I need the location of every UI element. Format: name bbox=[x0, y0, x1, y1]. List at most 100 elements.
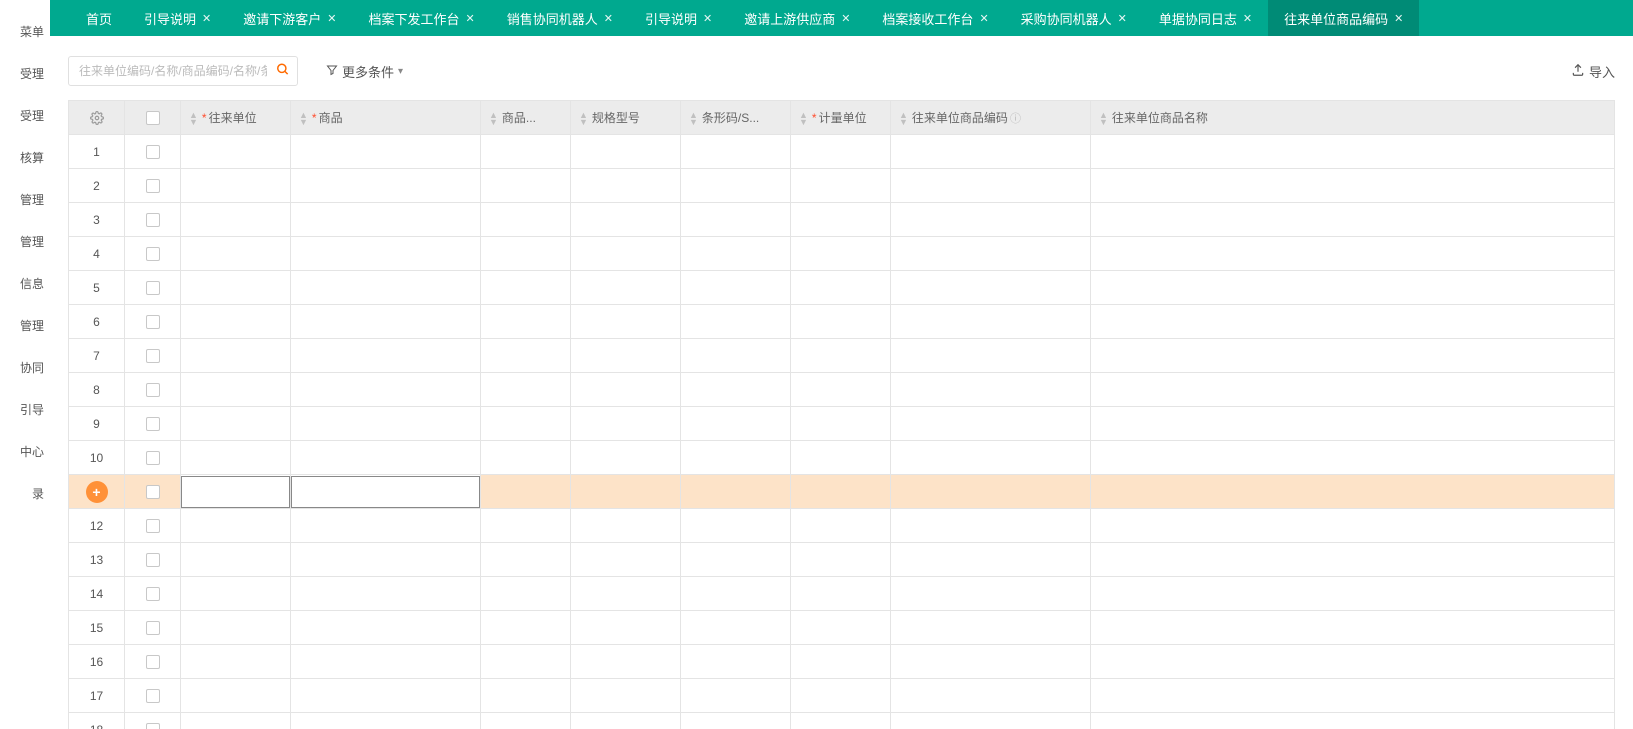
row-checkbox[interactable] bbox=[146, 485, 160, 499]
cell-spec bbox=[571, 203, 681, 237]
tab[interactable]: 引导说明✕ bbox=[629, 0, 728, 36]
row-number-cell: 9 bbox=[69, 407, 125, 441]
tab[interactable]: 销售协同机器人✕ bbox=[491, 0, 629, 36]
cell-uom bbox=[791, 373, 891, 407]
row-checkbox[interactable] bbox=[146, 315, 160, 329]
sidebar-item[interactable]: 管理 bbox=[0, 220, 50, 262]
column-header-uom[interactable]: ▲▼*计量单位 bbox=[791, 101, 891, 135]
sidebar-item[interactable]: 菜单 bbox=[0, 10, 50, 52]
sidebar-item[interactable]: 受理 bbox=[0, 52, 50, 94]
cell-unitcode bbox=[891, 475, 1091, 509]
sidebar-item[interactable]: 管理 bbox=[0, 178, 50, 220]
row-checkbox[interactable] bbox=[146, 621, 160, 635]
sidebar-item[interactable]: 引导 bbox=[0, 388, 50, 430]
tab[interactable]: 采购协同机器人✕ bbox=[1005, 0, 1143, 36]
cell-uom bbox=[791, 237, 891, 271]
sort-icon: ▲▼ bbox=[1099, 112, 1108, 126]
column-header-spec[interactable]: ▲▼规格型号 bbox=[571, 101, 681, 135]
sidebar-item[interactable]: 管理 bbox=[0, 304, 50, 346]
close-icon[interactable]: ✕ bbox=[1394, 12, 1403, 25]
tab[interactable]: 邀请上游供应商✕ bbox=[728, 0, 866, 36]
cell-unit bbox=[181, 543, 291, 577]
column-header-prod2[interactable]: ▲▼商品... bbox=[481, 101, 571, 135]
select-all-checkbox[interactable] bbox=[146, 111, 160, 125]
cell-uom bbox=[791, 169, 891, 203]
column-header-barcode[interactable]: ▲▼条形码/S... bbox=[681, 101, 791, 135]
close-icon[interactable]: ✕ bbox=[466, 12, 475, 25]
row-checkbox[interactable] bbox=[146, 247, 160, 261]
sidebar-item[interactable]: 录 bbox=[0, 472, 50, 514]
row-checkbox[interactable] bbox=[146, 689, 160, 703]
cell-product bbox=[291, 611, 481, 645]
tab[interactable]: 首页 bbox=[70, 0, 128, 36]
close-icon[interactable]: ✕ bbox=[604, 12, 613, 25]
close-icon[interactable]: ✕ bbox=[1118, 12, 1127, 25]
row-checkbox[interactable] bbox=[146, 349, 160, 363]
cell-product[interactable] bbox=[291, 475, 481, 509]
sidebar-item[interactable]: 受理 bbox=[0, 94, 50, 136]
cell-product bbox=[291, 135, 481, 169]
row-checkbox[interactable] bbox=[146, 417, 160, 431]
row-checkbox[interactable] bbox=[146, 145, 160, 159]
row-checkbox[interactable] bbox=[146, 383, 160, 397]
tab[interactable]: 档案下发工作台✕ bbox=[352, 0, 490, 36]
sidebar-item[interactable]: 核算 bbox=[0, 136, 50, 178]
tab[interactable]: 邀请下游客户✕ bbox=[227, 0, 352, 36]
cell-unitname bbox=[1091, 305, 1615, 339]
cell-unitcode bbox=[891, 645, 1091, 679]
cell-input[interactable] bbox=[291, 476, 480, 508]
tab-label: 引导说明 bbox=[144, 9, 196, 28]
cell-product bbox=[291, 271, 481, 305]
cell-product bbox=[291, 305, 481, 339]
row-number-cell: 16 bbox=[69, 645, 125, 679]
close-icon[interactable]: ✕ bbox=[841, 12, 850, 25]
close-icon[interactable]: ✕ bbox=[327, 12, 336, 25]
table-body: 12345678910+1213141516171819 bbox=[69, 135, 1615, 729]
search-input[interactable] bbox=[68, 56, 298, 86]
help-icon[interactable]: ⓘ bbox=[1010, 113, 1021, 125]
column-header-unitname[interactable]: ▲▼往来单位商品名称 bbox=[1091, 101, 1615, 135]
row-checkbox[interactable] bbox=[146, 281, 160, 295]
cell-product bbox=[291, 203, 481, 237]
row-checkbox-cell bbox=[125, 339, 181, 373]
tab[interactable]: 单据协同日志✕ bbox=[1143, 0, 1268, 36]
export-button[interactable]: 导入 bbox=[1571, 62, 1615, 81]
close-icon[interactable]: ✕ bbox=[1243, 12, 1252, 25]
column-header-check bbox=[125, 101, 181, 135]
tab[interactable]: 引导说明 ✕ bbox=[128, 0, 227, 36]
add-row-button[interactable]: + bbox=[86, 481, 108, 503]
tab[interactable]: 档案接收工作台✕ bbox=[866, 0, 1004, 36]
row-checkbox[interactable] bbox=[146, 519, 160, 533]
row-checkbox[interactable] bbox=[146, 587, 160, 601]
column-header-unitcode[interactable]: ▲▼往来单位商品编码ⓘ bbox=[891, 101, 1091, 135]
gear-icon[interactable] bbox=[90, 111, 104, 125]
tab[interactable]: 往来单位商品编码✕ bbox=[1268, 0, 1419, 36]
close-icon[interactable]: ✕ bbox=[202, 12, 211, 25]
row-number-cell: 10 bbox=[69, 441, 125, 475]
cell-unit bbox=[181, 203, 291, 237]
cell-unit bbox=[181, 135, 291, 169]
sidebar-item[interactable]: 协同 bbox=[0, 346, 50, 388]
column-header-product[interactable]: ▲▼*商品 bbox=[291, 101, 481, 135]
sidebar-item[interactable]: 中心 bbox=[0, 430, 50, 472]
row-checkbox[interactable] bbox=[146, 553, 160, 567]
sidebar-item[interactable]: 信息 bbox=[0, 262, 50, 304]
more-conditions-button[interactable]: 更多条件 ▾ bbox=[326, 62, 403, 81]
cell-input[interactable] bbox=[181, 476, 290, 508]
cell-barcode bbox=[681, 645, 791, 679]
cell-barcode bbox=[681, 271, 791, 305]
column-label: 规格型号 bbox=[592, 111, 640, 125]
row-checkbox[interactable] bbox=[146, 213, 160, 227]
search-icon[interactable] bbox=[276, 63, 290, 80]
column-header-unit[interactable]: ▲▼*往来单位 bbox=[181, 101, 291, 135]
close-icon[interactable]: ✕ bbox=[979, 12, 988, 25]
row-checkbox[interactable] bbox=[146, 179, 160, 193]
row-checkbox[interactable] bbox=[146, 723, 160, 729]
close-icon[interactable]: ✕ bbox=[703, 12, 712, 25]
main-area: 首页引导说明✕邀请下游客户✕档案下发工作台✕销售协同机器人✕引导说明✕邀请上游供… bbox=[50, 0, 1633, 729]
cell-prod2 bbox=[481, 713, 571, 729]
row-checkbox[interactable] bbox=[146, 451, 160, 465]
row-checkbox[interactable] bbox=[146, 655, 160, 669]
cell-unit[interactable] bbox=[181, 475, 291, 509]
cell-spec bbox=[571, 577, 681, 611]
